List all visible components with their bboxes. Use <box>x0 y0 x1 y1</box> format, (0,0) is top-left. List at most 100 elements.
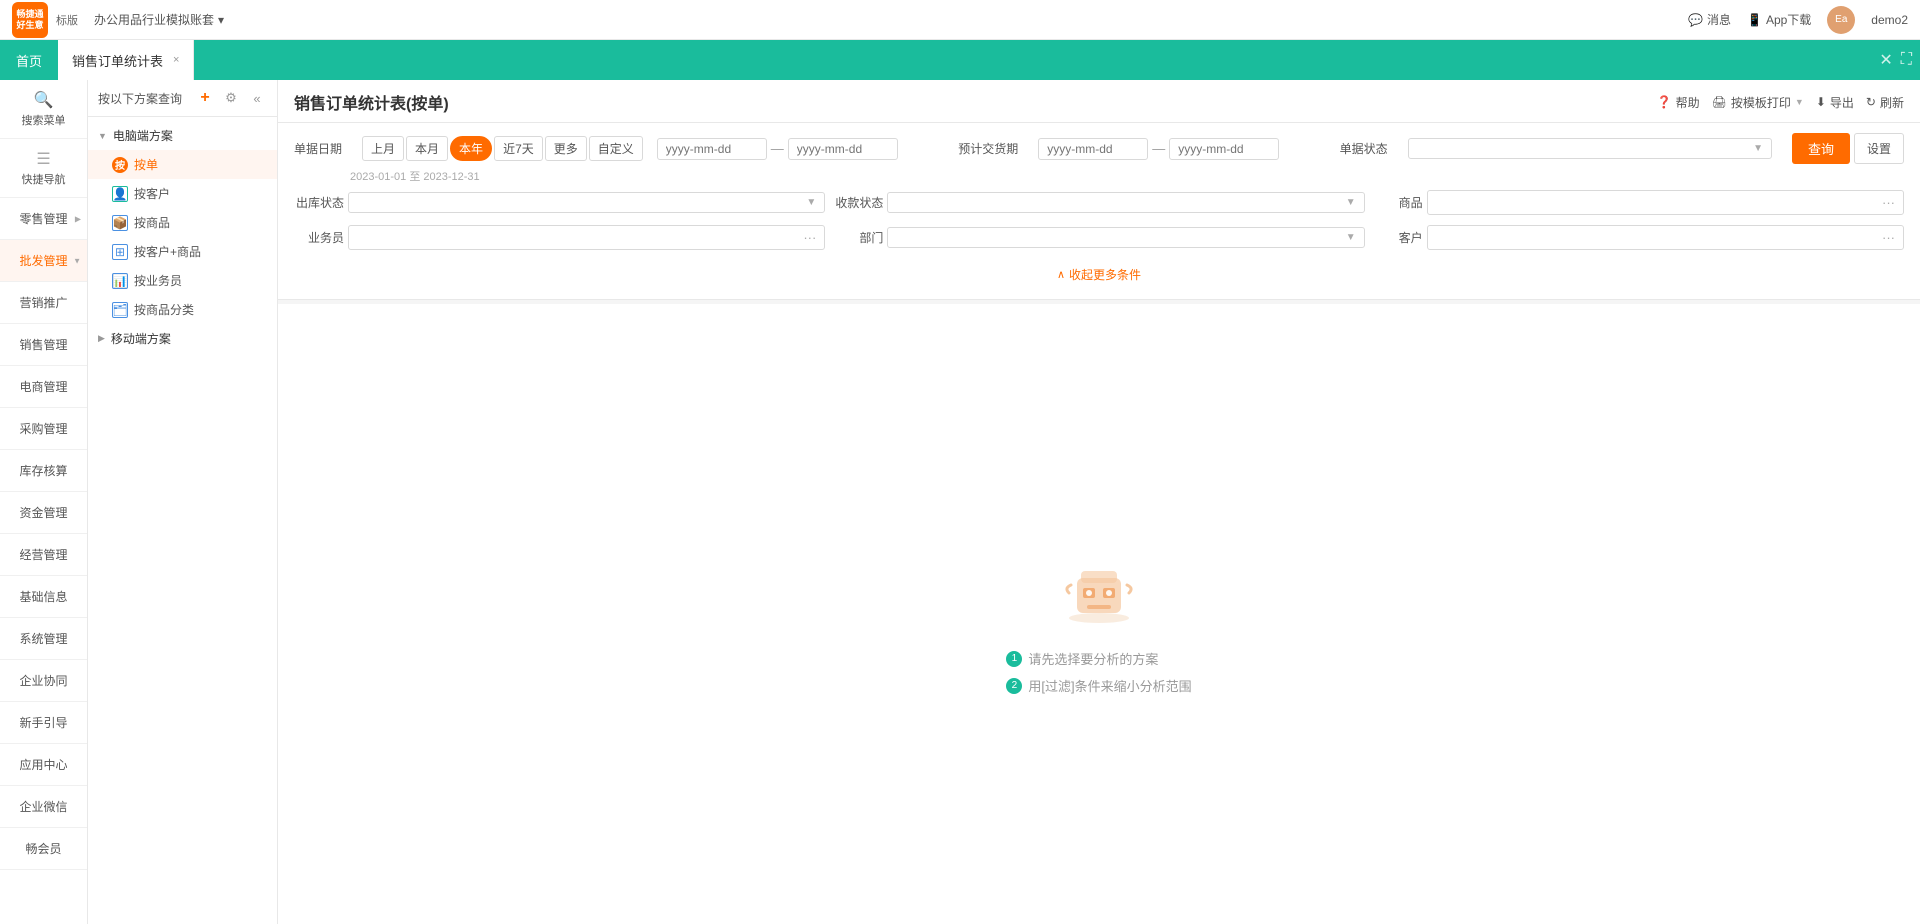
workspace-name: 办公用品行业模拟账套 <box>94 11 214 28</box>
collapse-icon: ∧ <box>1057 268 1065 281</box>
sidebar-item-inventory-label: 库存核算 <box>8 462 79 479</box>
search-button[interactable]: 查询 <box>1792 133 1850 164</box>
scheme-by-order[interactable]: 按 按单 <box>88 150 277 179</box>
refresh-button[interactable]: ↻ 刷新 <box>1866 94 1904 111</box>
tab-close-icon[interactable]: × <box>173 54 179 66</box>
export-button[interactable]: ⬇ 导出 <box>1816 94 1854 111</box>
customer-select[interactable]: ··· <box>1427 225 1904 250</box>
date-btn-this-month[interactable]: 本月 <box>406 136 448 161</box>
empty-num-2: 2 <box>1006 678 1022 694</box>
sidebar-item-inventory[interactable]: 库存核算 <box>0 450 87 492</box>
search-menu-label: 搜索菜单 <box>8 112 79 128</box>
page-header: 销售订单统计表(按单) ❓ 帮助 🖨 按模板打印 ▼ ⬇ 导出 <box>278 80 1920 123</box>
left-panel-title: 按以下方案查询 <box>98 90 182 107</box>
sidebar-item-corpwx[interactable]: 企业微信 <box>0 786 87 828</box>
sidebar-item-ecommerce[interactable]: 电商管理 <box>0 366 87 408</box>
date-btn-last-month[interactable]: 上月 <box>362 136 404 161</box>
template-print-button[interactable]: 🖨 按模板打印 ▼ <box>1712 94 1804 111</box>
sidebar-item-system[interactable]: 系统管理 <box>0 618 87 660</box>
sidebar-item-newuser-label: 新手引导 <box>8 714 79 731</box>
date-to-input[interactable] <box>788 138 898 160</box>
username[interactable]: demo2 <box>1871 13 1908 27</box>
help-label: 帮助 <box>1676 94 1700 111</box>
sidebar-item-marketing[interactable]: 营销推广 <box>0 282 87 324</box>
sidebar-item-finance[interactable]: 资金管理 <box>0 492 87 534</box>
workspace-selector[interactable]: 办公用品行业模拟账套 ▾ <box>86 8 232 31</box>
workspace-chevron: ▾ <box>218 13 224 27</box>
tab-home[interactable]: 首页 <box>0 40 58 80</box>
date-btn-last-7days[interactable]: 近7天 <box>494 136 543 161</box>
scheme-by-customer-goods[interactable]: ⊞ 按客户+商品 <box>88 237 277 266</box>
scheme-by-salesperson-label: 按业务员 <box>134 272 182 289</box>
maximize-icon[interactable]: ⛶ <box>1901 51 1912 69</box>
brand-tagline: 标版 <box>56 12 78 28</box>
settings-button[interactable]: 设置 <box>1854 133 1904 164</box>
sidebar-item-operations[interactable]: 经营管理 <box>0 534 87 576</box>
content-area: 按以下方案查询 + ⚙ « ▼ 电脑端方案 按 按单 <box>88 80 1920 924</box>
close-window-icon[interactable]: ✕ <box>1879 50 1892 70</box>
sidebar-item-wholesale[interactable]: 批发管理 <box>0 240 87 282</box>
template-print-arrow: ▼ <box>1795 97 1804 107</box>
sidebar-search[interactable]: 🔍 搜索菜单 <box>0 80 87 139</box>
message-button[interactable]: 💬 消息 <box>1688 11 1731 28</box>
collapse-panel-icon[interactable]: « <box>247 88 267 108</box>
sidebar-item-basic[interactable]: 基础信息 <box>0 576 87 618</box>
bill-status-select[interactable]: ▼ <box>1408 138 1772 159</box>
sidebar-item-ecommerce-label: 电商管理 <box>8 378 79 395</box>
template-print-label: 按模板打印 <box>1731 94 1791 111</box>
sidebar-item-wholesale-label: 批发管理 <box>8 252 79 269</box>
left-panel: 按以下方案查询 + ⚙ « ▼ 电脑端方案 按 按单 <box>88 80 278 924</box>
tab-sales-stats[interactable]: 销售订单统计表 × <box>58 40 194 80</box>
expected-from-input[interactable] <box>1038 138 1148 160</box>
date-btn-this-year[interactable]: 本年 <box>450 136 492 161</box>
sidebar-item-appcenter[interactable]: 应用中心 <box>0 744 87 786</box>
delivery-status-select[interactable]: ▼ <box>348 192 825 213</box>
scheme-by-customer[interactable]: 👤 按客户 <box>88 179 277 208</box>
sidebar-item-vip[interactable]: 畅会员 <box>0 828 87 870</box>
date-range-inputs: — <box>657 138 898 160</box>
help-button[interactable]: ❓ 帮助 <box>1657 94 1700 111</box>
collapse-label: 收起更多条件 <box>1069 266 1141 283</box>
bill-status-label: 单据状态 <box>1340 140 1388 157</box>
avatar[interactable]: Ea <box>1827 6 1855 34</box>
salesperson-label: 业务员 <box>294 229 344 246</box>
export-label: 导出 <box>1830 94 1854 111</box>
message-label: 消息 <box>1707 11 1731 28</box>
sidebar-item-basic-label: 基础信息 <box>8 588 79 605</box>
scheme-by-goods[interactable]: 📦 按商品 <box>88 208 277 237</box>
logo: 畅捷通好生意 <box>12 2 48 38</box>
app-download-button[interactable]: 📱 App下载 <box>1747 11 1811 28</box>
tab-bar-end: ✕ ⛶ <box>1879 50 1920 70</box>
salesperson-select[interactable]: ··· <box>348 225 825 250</box>
goods-cell: 商品 ··· <box>1373 190 1904 215</box>
collapse-bar[interactable]: ∧ 收起更多条件 <box>294 260 1904 289</box>
sidebar-item-sales[interactable]: 销售管理 <box>0 324 87 366</box>
sidebar-item-purchase[interactable]: 采购管理 <box>0 408 87 450</box>
sidebar-item-purchase-label: 采购管理 <box>8 420 79 437</box>
sidebar-item-retail[interactable]: 零售管理 <box>0 198 87 240</box>
left-panel-header: 按以下方案查询 + ⚙ « <box>88 80 277 117</box>
date-btn-more[interactable]: 更多 <box>545 136 587 161</box>
scheme-by-category[interactable]: 🗂 按商品分类 <box>88 295 277 324</box>
left-panel-icons: + ⚙ « <box>195 88 267 108</box>
delivery-status-cell: 出库状态 ▼ <box>294 192 825 213</box>
payment-status-select[interactable]: ▼ <box>887 192 1364 213</box>
mobile-scheme-group-header[interactable]: ▶ 移动端方案 <box>88 324 277 353</box>
sidebar-item-enterprise[interactable]: 企业协同 <box>0 660 87 702</box>
message-icon: 💬 <box>1688 13 1703 27</box>
expected-to-input[interactable] <box>1169 138 1279 160</box>
sidebar-item-newuser[interactable]: 新手引导 <box>0 702 87 744</box>
empty-text: 1 请先选择要分析的方案 2 用[过滤]条件来缩小分析范围 <box>1006 649 1191 695</box>
goods-select[interactable]: ··· <box>1427 190 1904 215</box>
pc-scheme-group-header[interactable]: ▼ 电脑端方案 <box>88 121 277 150</box>
department-cell: 部门 ▼ <box>833 227 1364 248</box>
department-select[interactable]: ▼ <box>887 227 1364 248</box>
add-scheme-icon[interactable]: + <box>195 88 215 108</box>
date-from-input[interactable] <box>657 138 767 160</box>
sidebar-quick-nav[interactable]: ☰ 快捷导航 <box>0 139 87 198</box>
date-btn-custom[interactable]: 自定义 <box>589 136 643 161</box>
sidebar-item-enterprise-label: 企业协同 <box>8 672 79 689</box>
refresh-label: 刷新 <box>1880 94 1904 111</box>
settings-scheme-icon[interactable]: ⚙ <box>221 88 241 108</box>
scheme-by-salesperson[interactable]: 📊 按业务员 <box>88 266 277 295</box>
